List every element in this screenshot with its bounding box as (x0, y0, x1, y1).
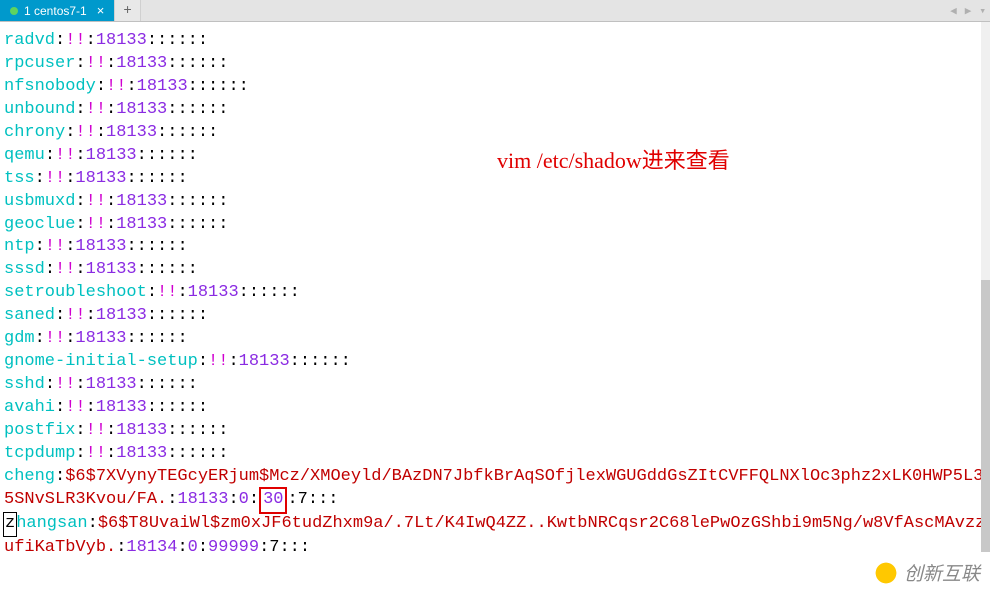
tab-centos7[interactable]: 1 centos7-1 × (0, 0, 114, 21)
watermark-text: 创新互联 (904, 559, 980, 586)
watermark-icon (874, 561, 898, 585)
nav-right-icon[interactable]: ▶ (965, 4, 972, 18)
shadow-line-cheng-cont: 5SNvSLR3Kvou/FA.:18133:0:30:7::: (4, 489, 986, 512)
add-tab-button[interactable]: + (114, 0, 140, 21)
shadow-line: usbmuxd:!!:18133:::::: (4, 191, 986, 214)
shadow-line: nfsnobody:!!:18133:::::: (4, 76, 986, 99)
shadow-line: setroubleshoot:!!:18133:::::: (4, 282, 986, 305)
shadow-line: ntp:!!:18133:::::: (4, 236, 986, 259)
shadow-line-cheng: cheng:$6$7XVynyTEGcyERjum$Mcz/XMOeyld/BA… (4, 466, 986, 489)
tab-nav: ◀ ▶ ▾ (950, 0, 986, 21)
watermark: 创新互联 (874, 559, 980, 586)
shadow-line: sssd:!!:18133:::::: (4, 259, 986, 282)
shadow-line-zhangsan-cont: ufiKaTbVyb.:18134:0:99999:7::: (4, 537, 986, 560)
tab-bar: 1 centos7-1 × + ◀ ▶ ▾ (0, 0, 990, 22)
scrollbar-thumb[interactable] (981, 280, 990, 552)
shadow-line: saned:!!:18133:::::: (4, 305, 986, 328)
highlighted-value: 30 (259, 487, 287, 514)
shadow-line-zhangsan: zhangsan:$6$T8UvaiWl$zm0xJF6tudZhxm9a/.7… (4, 512, 986, 537)
shadow-line: rpcuser:!!:18133:::::: (4, 53, 986, 76)
shadow-line: sshd:!!:18133:::::: (4, 374, 986, 397)
shadow-line: tcpdump:!!:18133:::::: (4, 443, 986, 466)
shadow-line: tss:!!:18133:::::: (4, 168, 986, 191)
shadow-line: gdm:!!:18133:::::: (4, 328, 986, 351)
shadow-line: unbound:!!:18133:::::: (4, 99, 986, 122)
shadow-line: avahi:!!:18133:::::: (4, 397, 986, 420)
annotation-text: vim /etc/shadow进来查看 (497, 146, 730, 176)
scrollbar-track[interactable] (981, 22, 990, 300)
terminal-output[interactable]: vim /etc/shadow进来查看 radvd:!!:18133::::::… (0, 22, 990, 568)
status-dot-icon (10, 7, 18, 15)
tab-label: 1 centos7-1 (24, 4, 87, 18)
shadow-line: qemu:!!:18133:::::: (4, 145, 986, 168)
close-icon[interactable]: × (97, 3, 105, 18)
shadow-line: postfix:!!:18133:::::: (4, 420, 986, 443)
nav-left-icon[interactable]: ◀ (950, 4, 957, 18)
shadow-line: geoclue:!!:18133:::::: (4, 214, 986, 237)
shadow-line: radvd:!!:18133:::::: (4, 30, 986, 53)
nav-menu-icon[interactable]: ▾ (979, 4, 986, 18)
shadow-line: gnome-initial-setup:!!:18133:::::: (4, 351, 986, 374)
shadow-line: chrony:!!:18133:::::: (4, 122, 986, 145)
